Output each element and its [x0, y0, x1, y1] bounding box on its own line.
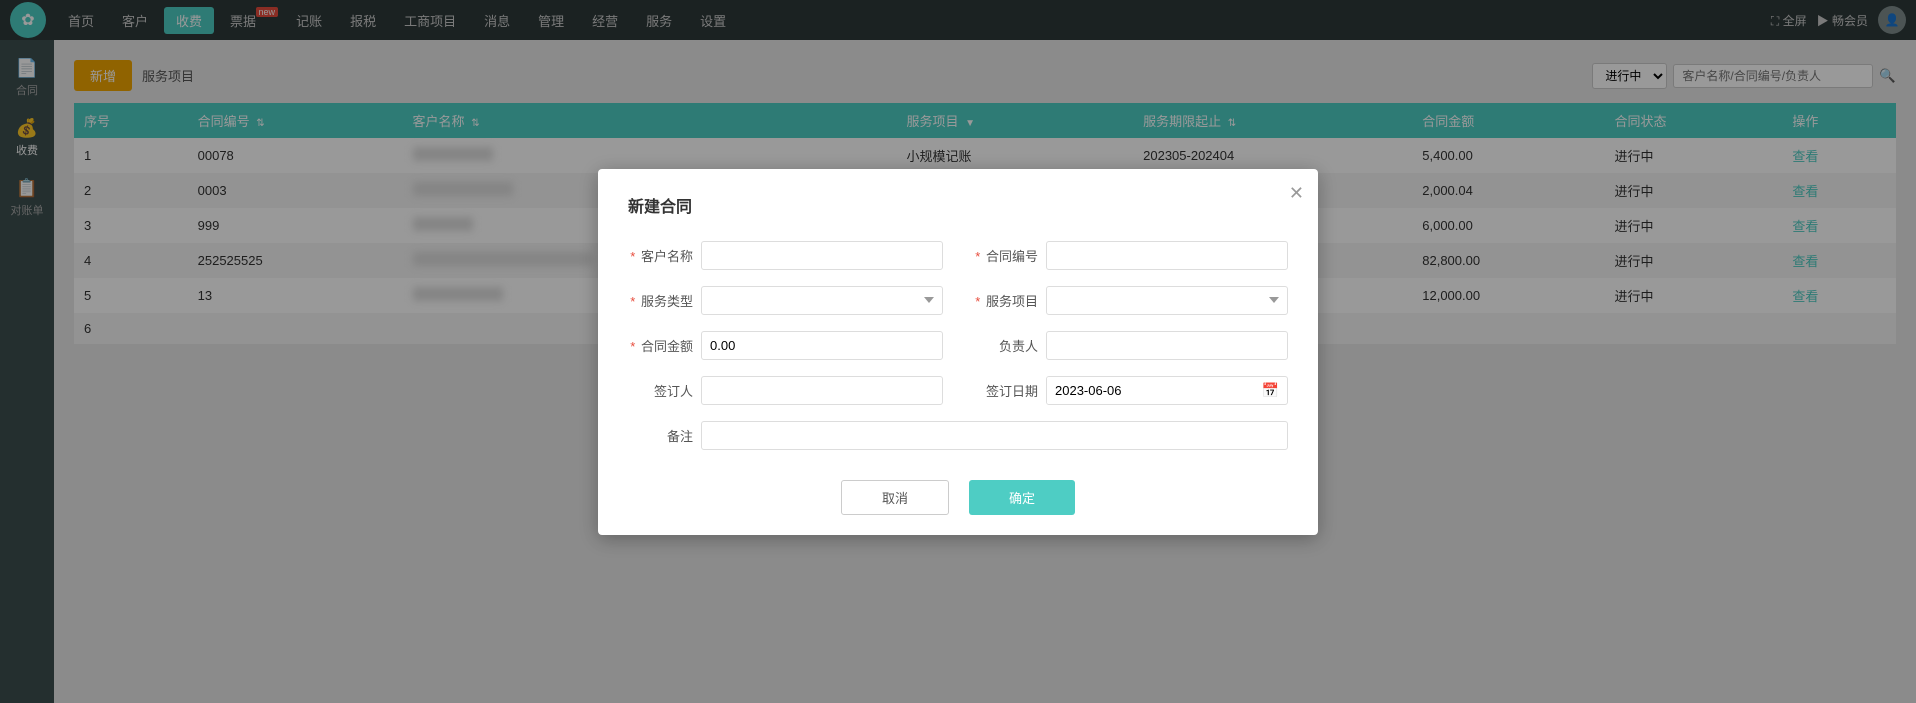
service-type-label: * 服务类型	[628, 291, 693, 310]
service-item-row: * 服务项目	[973, 286, 1288, 315]
service-item-label: * 服务项目	[973, 291, 1038, 310]
client-name-label: * 客户名称	[628, 246, 693, 265]
sign-date-label: 签订日期	[973, 381, 1038, 400]
required-star: *	[630, 339, 635, 354]
service-type-row: * 服务类型	[628, 286, 943, 315]
client-name-row: * 客户名称	[628, 241, 943, 270]
amount-input[interactable]: 0.00	[701, 331, 943, 360]
signer-label: 签订人	[628, 381, 693, 400]
contract-no-label: * 合同编号	[973, 246, 1038, 265]
responsible-input[interactable]	[1046, 331, 1288, 360]
remark-input[interactable]	[701, 421, 1288, 450]
signer-input[interactable]	[701, 376, 943, 405]
required-star: *	[630, 249, 635, 264]
sign-date-row: 签订日期 2023-06-06 📅	[973, 376, 1288, 405]
modal-title: 新建合同	[628, 193, 1288, 217]
required-star: *	[975, 249, 980, 264]
modal-form: * 客户名称 * 合同编号 * 服务类型	[628, 241, 1288, 450]
responsible-row: 负责人	[973, 331, 1288, 360]
responsible-label: 负责人	[973, 336, 1038, 355]
calendar-icon[interactable]: 📅	[1254, 382, 1287, 399]
modal-actions: 取消 确定	[628, 480, 1288, 515]
contract-no-input[interactable]	[1046, 241, 1288, 270]
signer-row: 签订人	[628, 376, 943, 405]
amount-row: * 合同金额 0.00	[628, 331, 943, 360]
service-item-select[interactable]	[1046, 286, 1288, 315]
contract-no-row: * 合同编号	[973, 241, 1288, 270]
sign-date-input[interactable]: 2023-06-06	[1047, 377, 1254, 404]
amount-label: * 合同金额	[628, 336, 693, 355]
cancel-button[interactable]: 取消	[841, 480, 949, 515]
client-name-input[interactable]	[701, 241, 943, 270]
service-type-select[interactable]	[701, 286, 943, 315]
required-star: *	[975, 294, 980, 309]
remark-row: 备注	[628, 421, 1288, 450]
remark-label: 备注	[628, 426, 693, 445]
new-contract-modal: 新建合同 ✕ * 客户名称 * 合同编号 *	[598, 169, 1318, 535]
modal-overlay[interactable]: 新建合同 ✕ * 客户名称 * 合同编号 *	[0, 0, 1916, 703]
required-star: *	[630, 294, 635, 309]
modal-close-button[interactable]: ✕	[1289, 183, 1304, 204]
sign-date-wrap: 2023-06-06 📅	[1046, 376, 1288, 405]
confirm-button[interactable]: 确定	[969, 480, 1075, 515]
